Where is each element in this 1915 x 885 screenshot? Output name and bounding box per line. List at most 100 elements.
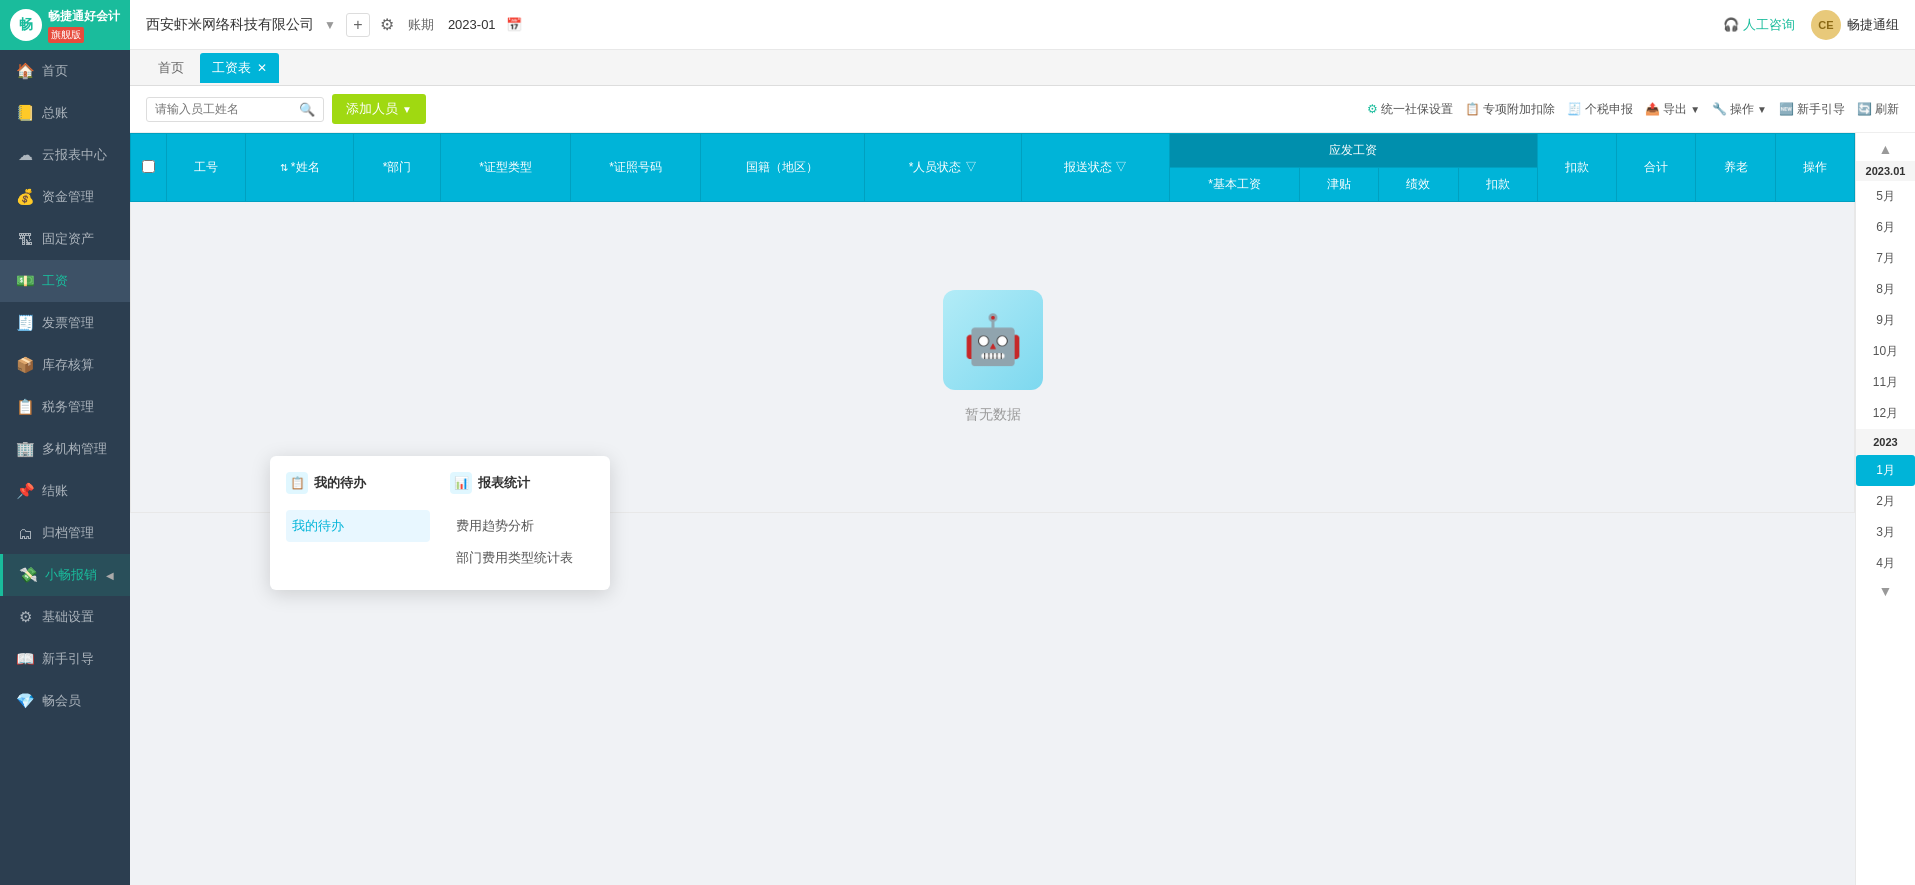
month-item-10[interactable]: 10月 (1856, 336, 1915, 367)
th-checkbox[interactable] (131, 134, 167, 202)
app-logo: 畅 畅捷通好会计 旗舰版 (0, 0, 130, 50)
sidebar-item-archive[interactable]: 🗂 归档管理 (0, 512, 130, 554)
user-profile[interactable]: CE 畅捷通组 (1811, 10, 1899, 40)
month-item-4[interactable]: 4月 (1856, 548, 1915, 579)
popup-row: 📋 我的待办 我的待办 📊 报表统计 费用趋势分析 (286, 472, 594, 574)
month-item-7[interactable]: 7月 (1856, 243, 1915, 274)
month-item-year-2023: 2023 (1856, 429, 1915, 455)
th-operation: 操作 (1775, 134, 1854, 202)
sidebar-item-label: 小畅报销 (45, 566, 97, 584)
th-group-salary: 应发工资 (1170, 134, 1538, 168)
sidebar-item-inventory[interactable]: 📦 库存核算 (0, 344, 130, 386)
month-item-11[interactable]: 11月 (1856, 367, 1915, 398)
finance-icon: 💰 (16, 188, 34, 206)
sidebar-item-label: 基础设置 (42, 608, 94, 626)
sidebar-item-expense[interactable]: 💸 小畅报销 ◀ (0, 554, 130, 596)
sidebar-item-guide[interactable]: 📖 新手引导 (0, 638, 130, 680)
inventory-icon: 📦 (16, 356, 34, 374)
sidebar-item-fixed-assets[interactable]: 🏗 固定资产 (0, 218, 130, 260)
sidebar-item-cloud-report[interactable]: ☁ 云报表中心 (0, 134, 130, 176)
search-box: 🔍 (146, 97, 324, 122)
month-nav-up[interactable]: ▲ (1875, 137, 1897, 161)
sidebar-item-salary[interactable]: 💵 工资 (0, 260, 130, 302)
multiorg-icon: 🏢 (16, 440, 34, 458)
month-item-2[interactable]: 2月 (1856, 486, 1915, 517)
filter-icon[interactable]: ▽ (965, 160, 977, 174)
month-panel: ▲ 2023.01 5月 6月 7月 8月 9月 10月 11月 12月 202… (1855, 133, 1915, 885)
popup-section-todo-title: 📋 我的待办 (286, 472, 430, 500)
sidebar-item-member[interactable]: 💎 畅会员 (0, 680, 130, 722)
export-label: 导出 (1663, 101, 1687, 118)
sidebar-item-multiorg[interactable]: 🏢 多机构管理 (0, 428, 130, 470)
sidebar-item-home[interactable]: 🏠 首页 (0, 50, 130, 92)
guide-icon: 📖 (16, 650, 34, 668)
special-deduction-btn[interactable]: 📋 专项附加扣除 (1465, 101, 1555, 118)
sort-icon: ⇅ (280, 162, 288, 173)
tab-salary[interactable]: 工资表 ✕ (200, 53, 279, 83)
operation-icon: 🔧 (1712, 102, 1727, 116)
popup-item-my-todo[interactable]: 我的待办 (286, 510, 430, 542)
tax-report-label: 个税申报 (1585, 101, 1633, 118)
month-item-3[interactable]: 3月 (1856, 517, 1915, 548)
month-item-9[interactable]: 9月 (1856, 305, 1915, 336)
popup-section-report: 📊 报表统计 费用趋势分析 部门费用类型统计表 (450, 472, 594, 574)
month-item-8[interactable]: 8月 (1856, 274, 1915, 305)
month-item-5[interactable]: 5月 (1856, 181, 1915, 212)
user-avatar: CE (1811, 10, 1841, 40)
month-item-12[interactable]: 12月 (1856, 398, 1915, 429)
popup-item-expense-trend[interactable]: 费用趋势分析 (450, 510, 594, 542)
operation-btn[interactable]: 🔧 操作 ▼ (1712, 101, 1767, 118)
add-company-btn[interactable]: + (346, 13, 370, 37)
search-icon[interactable]: 🔍 (299, 102, 315, 117)
sidebar-item-settings[interactable]: ⚙ 基础设置 (0, 596, 130, 638)
period-calendar-icon[interactable]: 📅 (506, 17, 522, 32)
tax-icon: 📋 (16, 398, 34, 416)
tab-home[interactable]: 首页 (146, 53, 196, 83)
sidebar-item-label: 畅会员 (42, 692, 81, 710)
sidebar: 畅 畅捷通好会计 旗舰版 🏠 首页 📒 总账 ☁ 云报表中心 💰 资金管理 🏗 … (0, 0, 130, 885)
cloud-icon: ☁ (16, 146, 34, 164)
settings-btn[interactable]: ⚙ (380, 15, 394, 34)
sidebar-item-finance[interactable]: 💰 资金管理 (0, 176, 130, 218)
tax-report-btn[interactable]: 🧾 个税申报 (1567, 101, 1633, 118)
social-insurance-btn[interactable]: ⚙ 统一社保设置 (1367, 101, 1453, 118)
sidebar-item-label: 税务管理 (42, 398, 94, 416)
th-status: *人员状态 ▽ (864, 134, 1021, 202)
guide-btn[interactable]: 🆕 新手引导 (1779, 101, 1845, 118)
tab-close-btn[interactable]: ✕ (257, 61, 267, 75)
popup-item-dept-expense[interactable]: 部门费用类型统计表 (450, 542, 594, 574)
topbar-right: 🎧 人工咨询 CE 畅捷通组 (1723, 10, 1899, 40)
sidebar-item-tax[interactable]: 📋 税务管理 (0, 386, 130, 428)
avatar-initials: CE (1818, 19, 1833, 31)
empty-icon (943, 290, 1043, 390)
sidebar-item-label: 工资 (42, 272, 68, 290)
guide-icon: 🆕 (1779, 102, 1794, 116)
refresh-label: 刷新 (1875, 101, 1899, 118)
th-pension: 养老 (1696, 134, 1775, 202)
sidebar-item-ledger[interactable]: 📒 总账 (0, 92, 130, 134)
sidebar-item-label: 总账 (42, 104, 68, 122)
refresh-btn[interactable]: 🔄 刷新 (1857, 101, 1899, 118)
th-base-salary: *基本工资 (1170, 168, 1300, 202)
toolbar: 🔍 添加人员 ▼ ⚙ 统一社保设置 📋 专项附加扣除 🧾 个税申报 (130, 86, 1915, 133)
sidebar-item-label: 云报表中心 (42, 146, 107, 164)
month-item-1[interactable]: 1月 (1856, 455, 1915, 486)
invoice-icon: 🧾 (16, 314, 34, 332)
settings-icon: ⚙ (16, 608, 34, 626)
guide-label: 新手引导 (1797, 101, 1845, 118)
company-dropdown-icon[interactable]: ▼ (324, 18, 336, 32)
th-total: 合计 (1617, 134, 1696, 202)
th-id-number: *证照号码 (571, 134, 701, 202)
search-input[interactable] (155, 102, 295, 116)
month-item-year-label: 2023.01 (1856, 161, 1915, 181)
sidebar-item-label: 发票管理 (42, 314, 94, 332)
add-person-btn[interactable]: 添加人员 ▼ (332, 94, 426, 124)
service-btn[interactable]: 🎧 人工咨询 (1723, 16, 1795, 34)
month-nav-down[interactable]: ▼ (1875, 579, 1897, 603)
month-item-6[interactable]: 6月 (1856, 212, 1915, 243)
filter-icon2[interactable]: ▽ (1115, 160, 1127, 174)
select-all-checkbox[interactable] (142, 160, 155, 173)
sidebar-item-settlement[interactable]: 📌 结账 (0, 470, 130, 512)
export-btn[interactable]: 📤 导出 ▼ (1645, 101, 1700, 118)
sidebar-item-invoice[interactable]: 🧾 发票管理 (0, 302, 130, 344)
